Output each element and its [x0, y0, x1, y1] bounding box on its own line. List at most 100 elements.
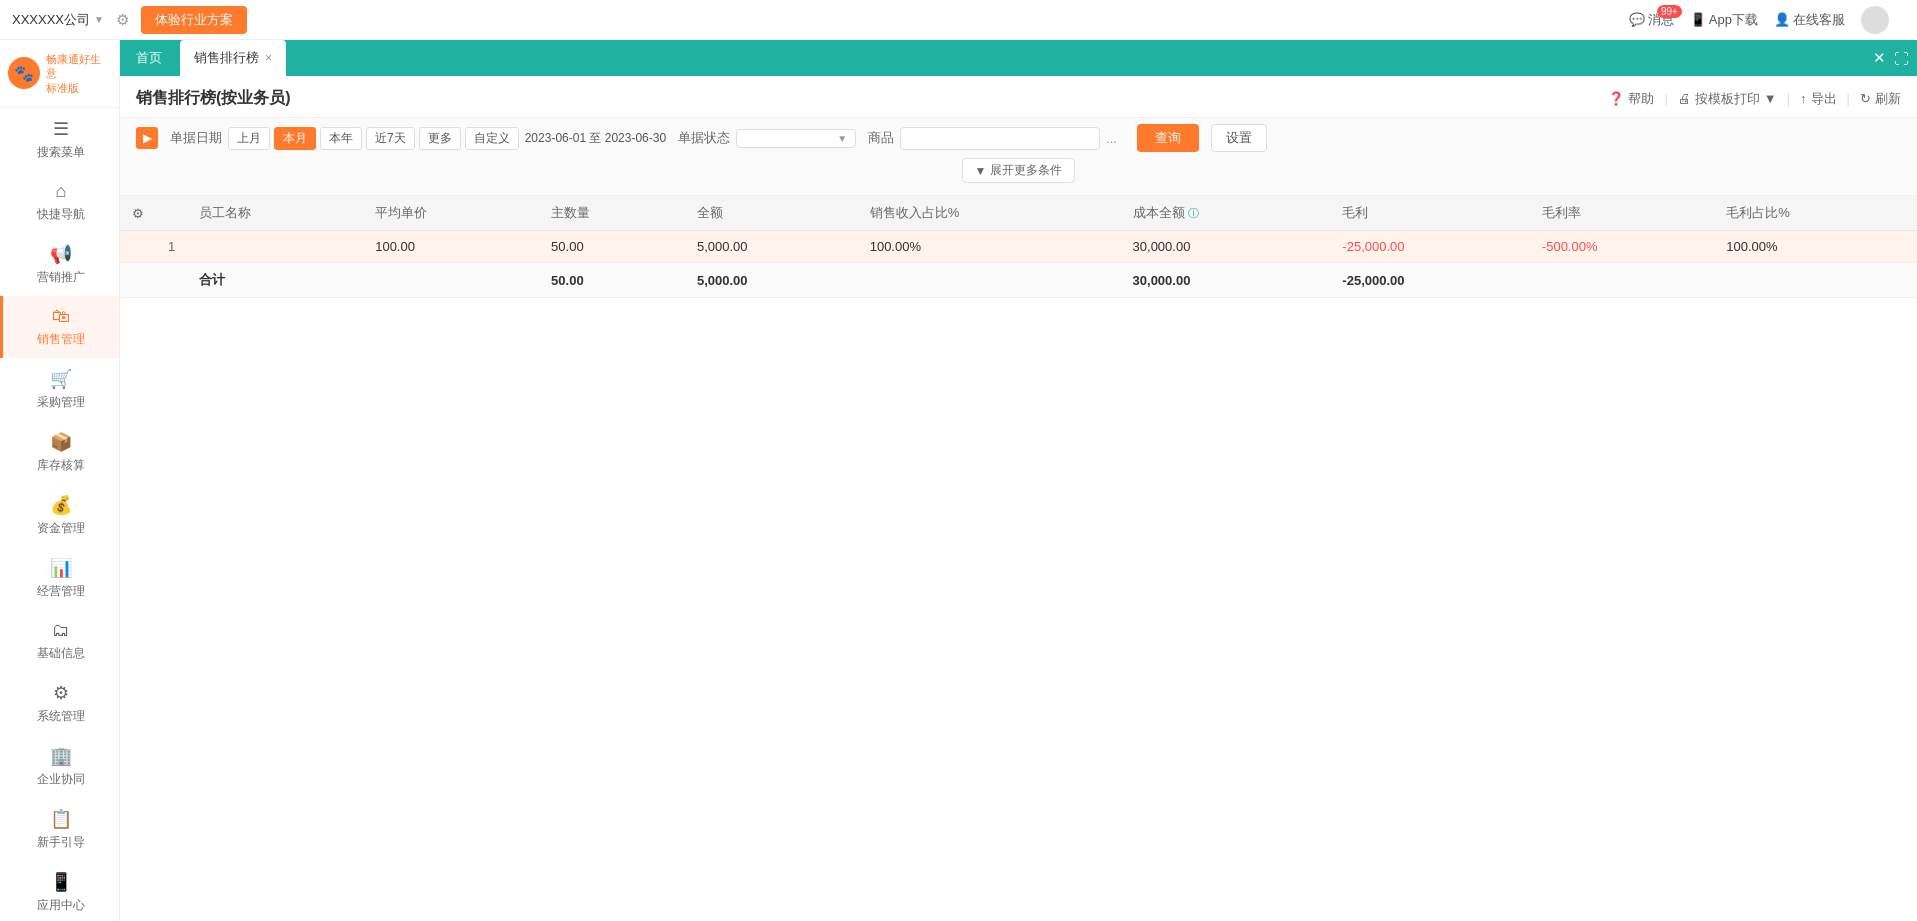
row-gross: -25,000.00 [1330, 231, 1529, 263]
date-btn-more[interactable]: 更多 [419, 127, 461, 150]
more-dots[interactable]: ... [1106, 131, 1117, 146]
export-icon: ↑ [1800, 91, 1807, 106]
online-service-button[interactable]: 👤 在线客服 [1774, 11, 1845, 29]
message-icon: 💬 [1629, 12, 1645, 27]
col-settings[interactable]: ⚙ [120, 196, 156, 231]
footer-gross: -25,000.00 [1330, 263, 1529, 298]
date-label: 单据日期 [170, 129, 222, 147]
sidebar-item-search-order[interactable]: ☰ 搜索菜单 [0, 108, 119, 171]
date-range: 2023-06-01 至 2023-06-30 [525, 130, 666, 147]
finance-icon: 💰 [50, 494, 72, 516]
operations-icon: 📊 [50, 557, 72, 579]
row-settings [120, 231, 156, 263]
app-icon: 📱 [1690, 12, 1706, 27]
sidebar-item-app-center[interactable]: 📱 应用中心 [0, 861, 119, 921]
row-sales-pct: 100.00% [858, 231, 1121, 263]
sidebar-item-marketing[interactable]: 📢 营销推广 [0, 233, 119, 296]
refresh-icon: ↻ [1860, 91, 1871, 106]
table-container: ⚙ 员工名称 平均单价 主数量 全额 销售收入占比% 成本全额 ⓘ 毛利 毛利率… [120, 196, 1917, 921]
col-sales-pct: 销售收入占比% [858, 196, 1121, 231]
goods-input[interactable] [909, 131, 1091, 146]
sidebar-item-basic-info[interactable]: 🗂 基础信息 [0, 610, 119, 672]
row-avg-price: 100.00 [363, 231, 539, 263]
expand-row: ▼ 展开更多条件 [136, 152, 1901, 189]
topbar-gear-icon[interactable]: ⚙ [116, 11, 129, 29]
sidebar-item-purchase[interactable]: 🛒 采购管理 [0, 358, 119, 421]
inventory-icon: 📦 [50, 431, 72, 453]
purchase-icon: 🛒 [50, 368, 72, 390]
status-select[interactable]: ▼ [736, 129, 856, 148]
avatar[interactable] [1861, 6, 1889, 34]
app-download-button[interactable]: 📱 App下载 [1690, 11, 1758, 29]
sidebar-item-operations[interactable]: 📊 经营管理 [0, 547, 119, 610]
print-button[interactable]: 🖨 按模板打印 ▼ [1678, 90, 1777, 108]
date-btn-this-month[interactable]: 本月 [274, 127, 316, 150]
date-btn-last-month[interactable]: 上月 [228, 127, 270, 150]
sidebar-item-label: 经营管理 [37, 583, 85, 600]
row-total-amt: 5,000.00 [685, 231, 858, 263]
date-btn-custom[interactable]: 自定义 [465, 127, 519, 150]
sidebar-item-label: 企业协同 [37, 771, 85, 788]
filter-arrow-toggle[interactable]: ▶ [136, 127, 158, 149]
row-cost-amt: 30,000.00 [1121, 231, 1331, 263]
print-arrow-icon: ▼ [1764, 91, 1777, 106]
sidebar-item-label: 营销推广 [37, 269, 85, 286]
footer-rank [156, 263, 187, 298]
app-label: App下载 [1709, 11, 1758, 29]
sidebar-item-quick-nav[interactable]: ⌂ 快捷导航 [0, 171, 119, 233]
export-button[interactable]: ↑ 导出 [1800, 90, 1837, 108]
search-order-icon: ☰ [53, 118, 69, 140]
date-btn-this-year[interactable]: 本年 [320, 127, 362, 150]
col-avg-price: 平均单价 [363, 196, 539, 231]
sidebar-item-sales[interactable]: 🛍 销售管理 [0, 296, 119, 358]
sidebar-item-label: 基础信息 [37, 645, 85, 662]
tab-close-icon[interactable]: × [265, 51, 272, 65]
goods-label: 商品 [868, 129, 894, 147]
sidebar-item-system[interactable]: ⚙ 系统管理 [0, 672, 119, 735]
trial-button[interactable]: 体验行业方案 [141, 6, 247, 34]
footer-label: 合计 [187, 263, 363, 298]
col-rank [156, 196, 187, 231]
sidebar-item-label: 快捷导航 [37, 206, 85, 223]
help-button[interactable]: ❓ 帮助 [1608, 90, 1654, 108]
tab-expand-icon[interactable]: ⛶ [1894, 50, 1909, 67]
row-main-qty: 50.00 [539, 231, 685, 263]
page-title: 销售排行榜(按业务员) [136, 88, 291, 109]
refresh-button[interactable]: ↻ 刷新 [1860, 90, 1901, 108]
topbar-right: 💬 消息 99+ 📱 App下载 👤 在线客服 [1629, 6, 1905, 34]
message-button[interactable]: 💬 消息 99+ [1629, 11, 1674, 29]
filter-date-item: 单据日期 上月 本月 本年 近7天 更多 自定义 2023-06-01 至 20… [170, 127, 666, 150]
quick-nav-icon: ⌂ [56, 181, 67, 202]
page-header: 销售排行榜(按业务员) ❓ 帮助 | 🖨 按模板打印 ▼ | ↑ [120, 76, 1917, 117]
page-actions: ❓ 帮助 | 🖨 按模板打印 ▼ | ↑ 导出 | [1608, 90, 1901, 108]
sidebar-item-enterprise-coop[interactable]: 🏢 企业协同 [0, 735, 119, 798]
tab-sales-ranking[interactable]: 销售排行榜 × [180, 40, 286, 76]
filter-goods-item: 商品 ... [868, 127, 1117, 150]
row-employee [187, 231, 363, 263]
query-button[interactable]: 查询 [1137, 124, 1199, 152]
service-icon: 👤 [1774, 12, 1790, 27]
sidebar-item-label: 库存核算 [37, 457, 85, 474]
sidebar-item-finance[interactable]: 💰 资金管理 [0, 484, 119, 547]
footer-gross-pct [1714, 263, 1917, 298]
col-employee: 员工名称 [187, 196, 363, 231]
sidebar-item-label: 采购管理 [37, 394, 85, 411]
tab-bar-right: ✕ ⛶ [1873, 49, 1917, 67]
sidebar-item-beginner-guide[interactable]: 📋 新手引导 [0, 798, 119, 861]
table-header-row: ⚙ 员工名称 平均单价 主数量 全额 销售收入占比% 成本全额 ⓘ 毛利 毛利率… [120, 196, 1917, 231]
sidebar-item-label: 新手引导 [37, 834, 85, 851]
sidebar-item-label: 搜索菜单 [37, 144, 85, 161]
date-btn-7days[interactable]: 近7天 [366, 127, 415, 150]
expand-more-button[interactable]: ▼ 展开更多条件 [962, 158, 1076, 183]
tab-home[interactable]: 首页 [120, 40, 178, 76]
sidebar-item-inventory[interactable]: 📦 库存核算 [0, 421, 119, 484]
tab-close-window-icon[interactable]: ✕ [1873, 49, 1886, 67]
settings-button[interactable]: 设置 [1211, 124, 1267, 152]
col-gross-rate: 毛利率 [1530, 196, 1714, 231]
page-content: 销售排行榜(按业务员) ❓ 帮助 | 🖨 按模板打印 ▼ | ↑ [120, 76, 1917, 921]
filter-row: ▶ 单据日期 上月 本月 本年 近7天 更多 自定义 2023-06-01 至 … [136, 124, 1901, 152]
company-selector[interactable]: XXXXXX公司 ▼ [12, 11, 104, 29]
footer-gross-rate [1530, 263, 1714, 298]
row-gross-rate: -500.00% [1530, 231, 1714, 263]
sidebar: 🐾 畅康通好生意 标准版 ☰ 搜索菜单 ⌂ 快捷导航 📢 营销推广 🛍 销售管理… [0, 40, 120, 921]
